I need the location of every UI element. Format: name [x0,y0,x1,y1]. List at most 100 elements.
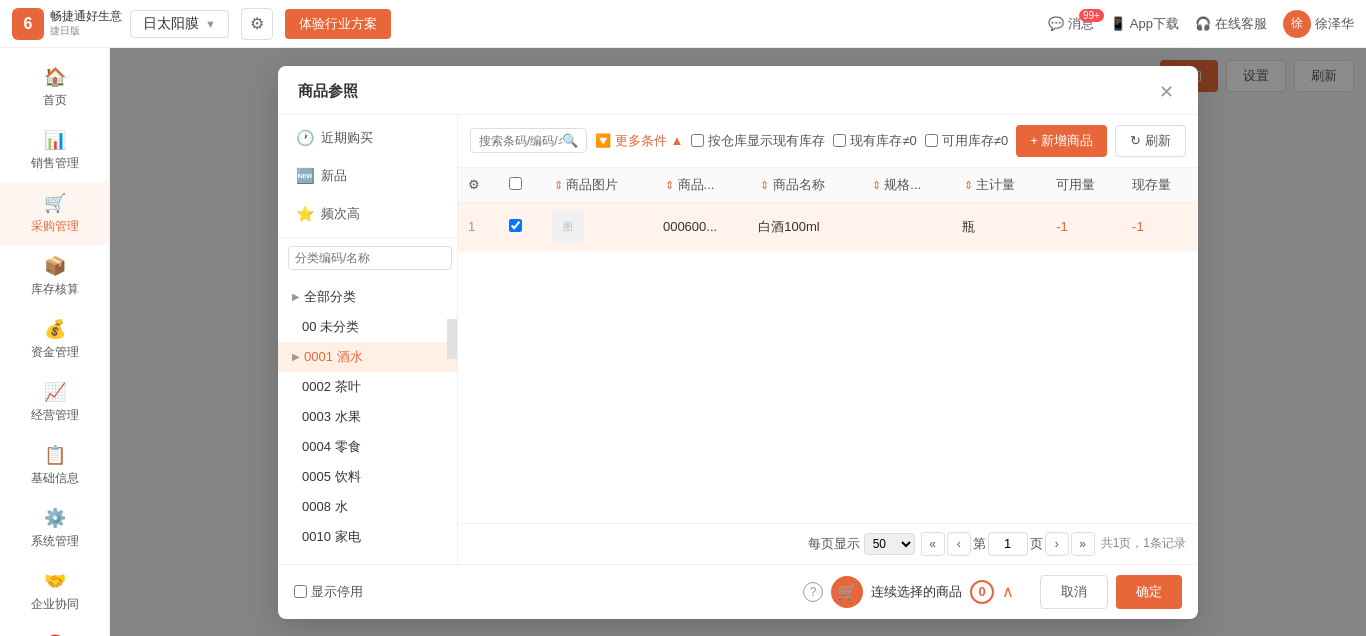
page-unit: 页 [1030,535,1043,553]
product-search-input[interactable] [479,134,562,148]
pagination: 每页显示 50 100 200 « ‹ 第 [458,523,1198,564]
cancel-button[interactable]: 取消 [1040,575,1108,609]
cat-item-tea[interactable]: 0002 茶叶 [278,372,457,402]
by-warehouse-checkbox[interactable]: 按仓库显示现有库存 [691,132,825,150]
select-all-checkbox[interactable] [509,177,522,190]
sort-icon-3: ⇕ [760,179,769,191]
cat-item-drink[interactable]: 0005 饮料 [278,462,457,492]
sidebar-item-sales[interactable]: 📊 销售管理 [0,119,109,182]
avatar: 徐 [1283,10,1311,38]
sort-icon-2: ⇕ [665,179,674,191]
modal-title: 商品参照 [298,82,358,101]
high-frequency-btn[interactable]: ⭐ 频次高 [288,199,447,229]
sidebar-item-inventory[interactable]: 📦 库存核算 [0,245,109,308]
online-service-nav-item[interactable]: 🎧 在线客服 [1195,15,1267,33]
col-available: 可用量 [1046,168,1122,203]
prev-page-btn[interactable]: ‹ [947,532,971,556]
category-search-icon[interactable]: 🔍 [456,250,458,266]
cat-item-water[interactable]: 0008 水 [278,492,457,522]
by-warehouse-input[interactable] [691,134,704,147]
row-checkbox[interactable] [499,202,541,251]
expand-icon: ▶ [292,291,300,302]
cat-item-liquor[interactable]: ▶ 0001 酒水 [278,342,457,372]
row-unit: 瓶 [952,202,1047,251]
search-toolbar: 🔍 🔽 更多条件 ▲ 按仓库显示现有库存 [458,115,1198,168]
search-magnifier-icon[interactable]: 🔍 [562,133,578,148]
cart-collapse-icon[interactable]: ∧ [1002,582,1014,601]
settings-icon[interactable]: ⚙ [241,8,273,40]
app-download-nav-item[interactable]: 📱 App下载 [1110,15,1179,33]
more-filter-btn[interactable]: 🔽 更多条件 ▲ [595,132,684,150]
cat-item-snack[interactable]: 0004 零食 [278,432,457,462]
sidebar-item-home[interactable]: 🏠 首页 [0,56,109,119]
cart-count: 0 [970,580,994,604]
modal-close-button[interactable]: ✕ [1154,80,1178,104]
col-checkbox[interactable] [499,168,541,203]
trial-button[interactable]: 体验行业方案 [285,9,391,39]
collab-icon: 🤝 [44,570,66,592]
modal-left-panel: 🕐 近期购买 🆕 新品 ⭐ 频次高 [278,115,458,564]
main-content: 查询 设置 刷新 商品参照 ✕ 🕐 [110,48,1366,636]
message-icon: 💬 [1048,16,1064,31]
nav-right: 💬 消息 99+ 📱 App下载 🎧 在线客服 徐 徐泽华 [1048,10,1354,38]
purchase-icon: 🛒 [44,192,66,214]
next-page-btn[interactable]: › [1045,532,1069,556]
usable-nonzero-checkbox[interactable]: 可用库存≠0 [925,132,1008,150]
product-table-wrap: ⚙ ⇕ 商品图片 ⇕ 商品... ⇕ 商品名称 ⇕ 规格... ⇕ 主计量 可用… [458,168,1198,523]
collapse-left-btn[interactable]: 《 [447,319,458,359]
sidebar-item-system[interactable]: ⚙️ 系统管理 [0,497,109,560]
recent-purchase-btn[interactable]: 🕐 近期购买 [288,123,447,153]
inventory-icon: 📦 [44,255,66,277]
col-gear[interactable]: ⚙ [458,168,499,203]
new-product-btn[interactable]: 🆕 新品 [288,161,447,191]
refresh-product-button[interactable]: ↻ 刷新 [1115,125,1186,157]
cat-item-fruit[interactable]: 0003 水果 [278,402,457,432]
star-icon: ⭐ [296,205,315,223]
category-search-input[interactable] [288,246,452,270]
available-nonzero-checkbox[interactable]: 现有库存≠0 [833,132,916,150]
nav-dropdown[interactable]: 日太阳膜 ▼ [130,10,229,38]
col-code[interactable]: ⇕ 商品... [653,168,748,203]
row-select-checkbox[interactable] [509,219,522,232]
cart-icon[interactable]: 🛒 [831,576,863,608]
table-row[interactable]: 1 图 000600... 白酒100ml 瓶 [458,202,1198,251]
row-spec [860,202,952,251]
row-stock: -1 [1122,202,1198,251]
modal-header: 商品参照 ✕ [278,66,1198,115]
main-layout: 🏠 首页 📊 销售管理 🛒 采购管理 📦 库存核算 💰 资金管理 📈 经营管理 … [0,48,1366,636]
col-spec[interactable]: ⇕ 规格... [860,168,952,203]
sidebar-item-purchase[interactable]: 🛒 采购管理 [0,182,109,245]
last-page-btn[interactable]: » [1071,532,1095,556]
help-icon[interactable]: ? [803,582,823,602]
basic-icon: 📋 [44,444,66,466]
logo-icon: 6 [12,8,44,40]
col-img: ⇕ 商品图片 [542,168,653,203]
col-name[interactable]: ⇕ 商品名称 [748,168,859,203]
show-disabled-input[interactable] [294,585,307,598]
cat-item-appliance[interactable]: 0010 家电 [278,522,457,552]
user-nav-item[interactable]: 徐 徐泽华 [1283,10,1354,38]
category-tree: ▶ 全部分类 00 未分类 ▶ 0001 酒水 0002 茶 [278,278,457,556]
page-info: 共1页，1条记录 [1101,535,1186,552]
sidebar-item-guide[interactable]: 🎯 新手引导 [0,623,109,636]
show-disabled-checkbox[interactable]: 显示停用 [294,583,363,601]
sidebar-item-finance[interactable]: 💰 资金管理 [0,308,109,371]
cat-item-unclassified[interactable]: 00 未分类 [278,312,457,342]
sidebar-item-basic[interactable]: 📋 基础信息 [0,434,109,497]
per-page-select[interactable]: 50 100 200 [864,533,915,555]
available-nonzero-input[interactable] [833,134,846,147]
sidebar-item-business[interactable]: 📈 经营管理 [0,371,109,434]
sidebar-item-collab[interactable]: 🤝 企业协同 [0,560,109,623]
col-unit[interactable]: ⇕ 主计量 [952,168,1047,203]
cat-item-all[interactable]: ▶ 全部分类 [278,282,457,312]
sales-icon: 📊 [44,129,66,151]
first-page-btn[interactable]: « [921,532,945,556]
confirm-button[interactable]: 确定 [1116,575,1182,609]
product-search-box[interactable]: 🔍 [470,128,587,153]
modal-body: 🕐 近期购买 🆕 新品 ⭐ 频次高 [278,115,1198,564]
usable-nonzero-input[interactable] [925,134,938,147]
page-number-input[interactable] [988,532,1028,556]
add-product-button[interactable]: + 新增商品 [1016,125,1107,157]
expand-icon-2: ▶ [292,351,300,362]
messages-nav-item[interactable]: 💬 消息 99+ [1048,15,1094,33]
